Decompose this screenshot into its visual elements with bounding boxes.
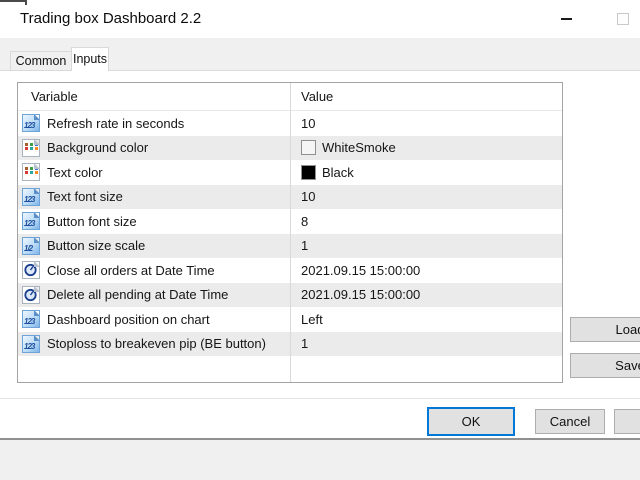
variable-cell: 123 Stoploss to breakeven pip (BE button) <box>18 334 290 353</box>
variable-label: Background color <box>47 140 149 156</box>
page-fold-corner <box>34 335 39 341</box>
value-text: 2021.09.15 15:00:00 <box>301 262 421 278</box>
parameters-table: Variable Value 123 Refresh rate in second… <box>17 82 563 383</box>
cancel-button[interactable]: Cancel <box>535 409 605 434</box>
value-cell[interactable]: Black <box>290 164 562 180</box>
value-text: Black <box>322 164 354 180</box>
color-swatch <box>301 164 316 180</box>
column-header-value: Value <box>301 89 334 104</box>
value-text: 1 <box>301 238 309 254</box>
value-cell[interactable]: Left <box>290 312 562 327</box>
tab-common[interactable]: Common <box>10 51 72 71</box>
variable-label: Stoploss to breakeven pip (BE button) <box>47 336 266 352</box>
datetime-icon <box>22 285 40 304</box>
page-fold-corner <box>34 311 39 317</box>
desktop-background <box>0 440 640 480</box>
variable-cell: 1/2 Button size scale <box>18 236 290 255</box>
variable-cell: 123 Dashboard position on chart <box>18 310 290 329</box>
page-fold-corner <box>34 237 39 243</box>
value-text: 2021.09.15 15:00:00 <box>301 287 421 303</box>
variable-label: Dashboard position on chart <box>47 311 210 327</box>
settings-dialog: Trading box Dashboard 2.2 Common Inputs … <box>0 0 640 440</box>
background-window-edge <box>25 0 27 5</box>
page-fold-corner <box>34 262 39 268</box>
page-fold-corner <box>34 115 39 121</box>
value-cell[interactable]: 2021.09.15 15:00:00 <box>290 263 562 278</box>
color-swatch <box>301 140 316 156</box>
variable-label: Delete all pending at Date Time <box>47 287 229 303</box>
background-window-edge <box>0 0 27 2</box>
tab-inputs[interactable]: Inputs <box>71 47 109 71</box>
variable-label: Button size scale <box>47 238 146 254</box>
variable-label: Text color <box>47 164 103 180</box>
numeric-icon: 123 <box>22 310 40 329</box>
page-fold-corner <box>34 286 39 292</box>
numeric-icon: 123 <box>22 334 40 353</box>
variable-cell: Close all orders at Date Time <box>18 261 290 280</box>
tab-page-border-bottom <box>0 398 640 399</box>
value-cell[interactable]: 1 <box>290 238 562 253</box>
variable-cell: Delete all pending at Date Time <box>18 285 290 304</box>
value-cell[interactable]: 10 <box>290 116 562 131</box>
variable-label: Close all orders at Date Time <box>47 262 215 278</box>
value-text: WhiteSmoke <box>322 140 396 156</box>
value-cell[interactable]: 10 <box>290 189 562 204</box>
column-header-variable: Variable <box>31 89 78 104</box>
page-fold-corner <box>34 188 39 194</box>
numeric-icon: 123 <box>22 212 40 231</box>
value-cell[interactable]: 2021.09.15 15:00:00 <box>290 287 562 302</box>
datetime-icon <box>22 261 40 280</box>
value-text: Left <box>301 311 323 327</box>
variable-cell: 123 Refresh rate in seconds <box>18 114 290 133</box>
ok-button[interactable]: OK <box>427 407 515 436</box>
color-icon <box>22 163 40 182</box>
value-cell[interactable]: 1 <box>290 336 562 351</box>
value-cell[interactable]: WhiteSmoke <box>290 140 562 156</box>
save-button[interactable]: Save <box>570 353 640 378</box>
value-text: 10 <box>301 189 316 205</box>
variable-cell: 123 Text font size <box>18 187 290 206</box>
fraction-icon: 1/2 <box>22 236 40 255</box>
variable-cell: Background color <box>18 138 290 157</box>
value-text: 8 <box>301 213 309 229</box>
variable-label: Button font size <box>47 213 137 229</box>
numeric-icon: 123 <box>22 114 40 133</box>
variable-label: Text font size <box>47 189 123 205</box>
value-text: 10 <box>301 115 316 131</box>
page-fold-corner <box>34 213 39 219</box>
variable-label: Refresh rate in seconds <box>47 115 185 131</box>
column-divider <box>290 83 291 382</box>
page-fold-corner <box>34 139 39 145</box>
window-title: Trading box Dashboard 2.2 <box>20 10 202 27</box>
value-text: 1 <box>301 336 309 352</box>
numeric-icon: 123 <box>22 187 40 206</box>
value-cell[interactable]: 8 <box>290 214 562 229</box>
page-fold-corner <box>34 164 39 170</box>
clipped-extra-button[interactable] <box>614 409 640 434</box>
color-icon <box>22 138 40 157</box>
minimize-icon[interactable] <box>561 18 572 20</box>
maximize-icon[interactable] <box>617 13 629 25</box>
load-button[interactable]: Load <box>570 317 640 342</box>
variable-cell: Text color <box>18 163 290 182</box>
variable-cell: 123 Button font size <box>18 212 290 231</box>
